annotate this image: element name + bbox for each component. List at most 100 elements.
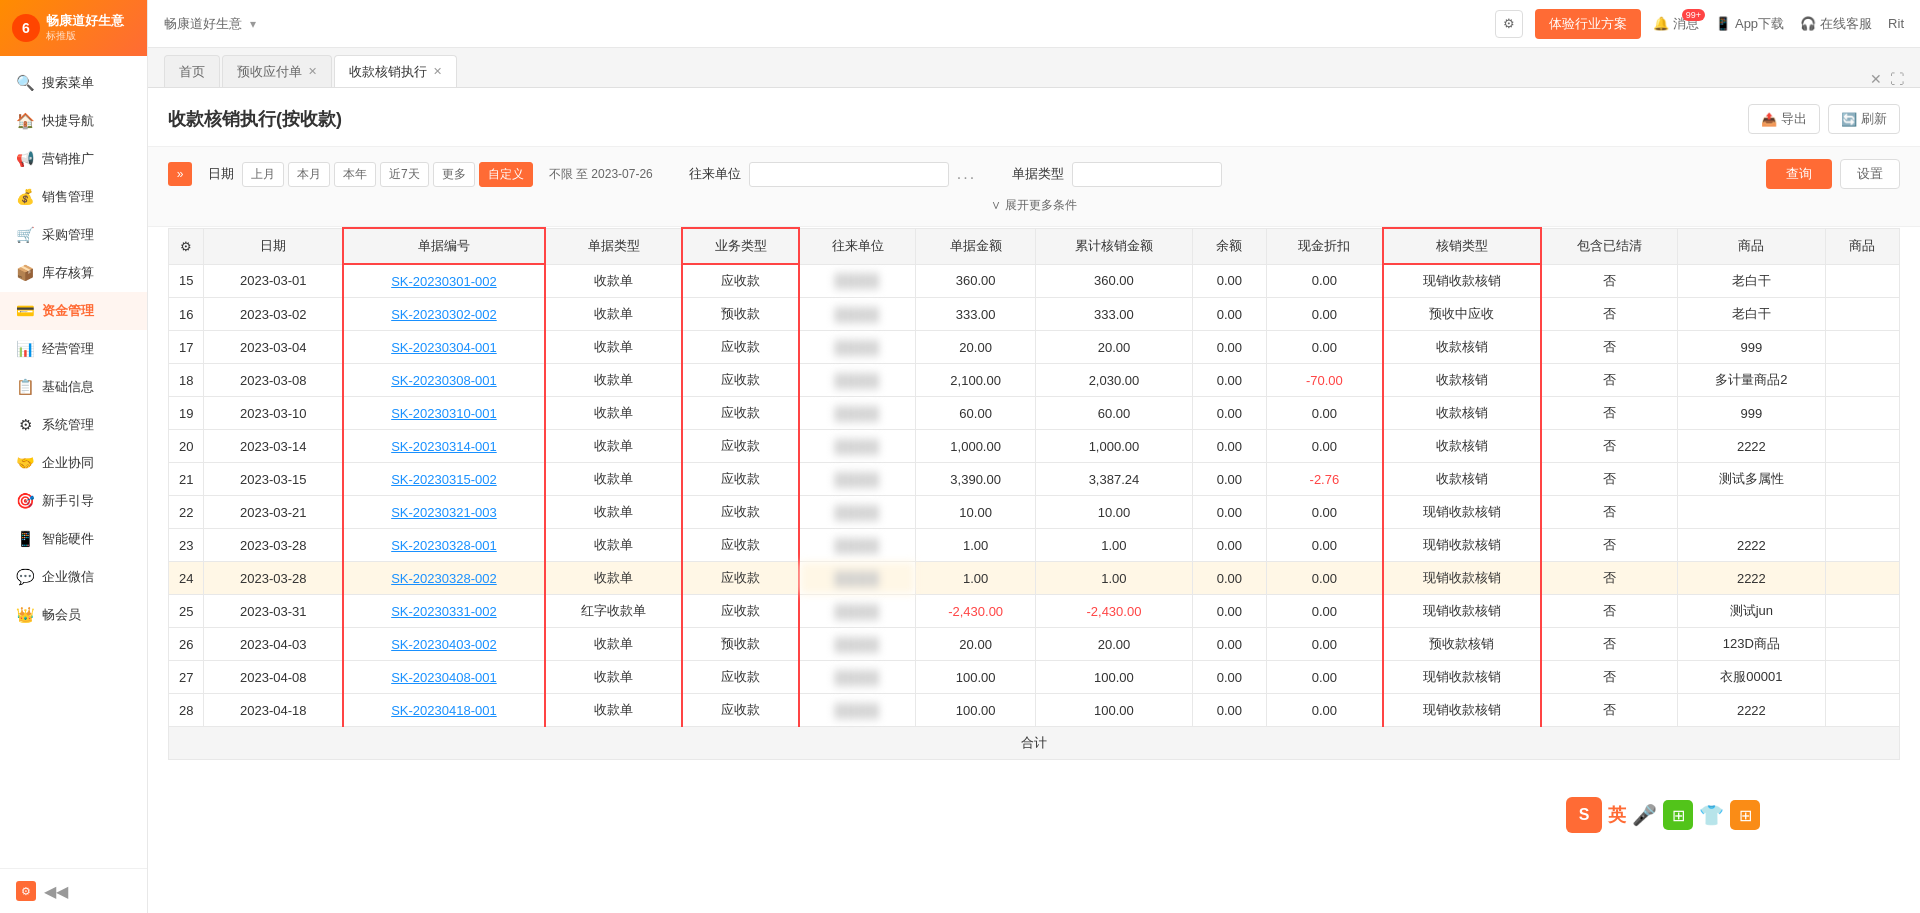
table-cell: 收款单 — [545, 496, 683, 529]
sidebar-item-quick-nav[interactable]: 🏠 快捷导航 — [0, 102, 147, 140]
page-header: 收款核销执行(按收款) 📤 导出 🔄 刷新 — [148, 88, 1920, 147]
solution-button[interactable]: 体验行业方案 — [1535, 9, 1641, 39]
gear-button[interactable]: ⚙ — [1495, 10, 1523, 38]
grid-icon[interactable]: ⊞ — [1663, 800, 1693, 830]
sidebar-item-hardware[interactable]: 📱 智能硬件 — [0, 520, 147, 558]
table-cell: 1.00 — [916, 529, 1036, 562]
query-button[interactable]: 查询 — [1766, 159, 1832, 189]
app-logo-icon: 6 — [12, 14, 40, 42]
table-cell: 收款单 — [545, 264, 683, 298]
chevron-down-icon[interactable]: ▾ — [250, 17, 256, 31]
tab-home[interactable]: 首页 — [164, 55, 220, 87]
doc-no-cell[interactable]: SK-20230314-001 — [343, 430, 545, 463]
settings-button[interactable]: 设置 — [1840, 159, 1900, 189]
table-cell: 28 — [169, 694, 204, 727]
table-cell: 现销收款核销 — [1383, 661, 1541, 694]
watermark-text: 英 — [1608, 803, 1626, 827]
table-cell: 100.00 — [1036, 661, 1193, 694]
table-cell: 0.00 — [1267, 694, 1383, 727]
doc-no-cell[interactable]: SK-20230301-002 — [343, 264, 545, 298]
filter-expand-button[interactable]: » — [168, 162, 192, 186]
sidebar-item-newbie[interactable]: 🎯 新手引导 — [0, 482, 147, 520]
biz-type-cell: 预收款 — [682, 628, 799, 661]
tab-close-icon[interactable]: ✕ — [308, 65, 317, 78]
search-icon: 🔍 — [16, 74, 34, 92]
table-cell: 0.00 — [1192, 595, 1266, 628]
custom-date-btn[interactable]: 自定义 — [479, 162, 533, 187]
sidebar-item-label: 营销推广 — [42, 150, 94, 168]
tab-collection[interactable]: 收款核销执行 ✕ — [334, 55, 457, 87]
doc-no-cell[interactable]: SK-20230328-002 — [343, 562, 545, 595]
topbar-right: 🔔 消息 99+ 📱 App下载 🎧 在线客服 Rit — [1653, 15, 1904, 33]
doc-type-label: 单据类型 — [1012, 165, 1064, 183]
table-cell: 20.00 — [916, 331, 1036, 364]
last-7-days-btn[interactable]: 近7天 — [380, 162, 429, 187]
collapse-icon[interactable]: ◀◀ — [44, 882, 68, 901]
table-cell — [1825, 595, 1899, 628]
sidebar-item-member[interactable]: 👑 畅会员 — [0, 596, 147, 634]
export-button[interactable]: 📤 导出 — [1748, 104, 1820, 134]
sidebar-item-purchase[interactable]: 🛒 采购管理 — [0, 216, 147, 254]
table-cell: ████ — [799, 661, 915, 694]
doc-no-cell[interactable]: SK-20230315-002 — [343, 463, 545, 496]
table-cell: 0.00 — [1192, 628, 1266, 661]
settings-icon[interactable]: ⚙ — [16, 881, 36, 901]
doc-no-cell[interactable]: SK-20230403-002 — [343, 628, 545, 661]
expand-more-button[interactable]: ∨ 展开更多条件 — [991, 198, 1076, 212]
this-month-btn[interactable]: 本月 — [288, 162, 330, 187]
online-service-button[interactable]: 🎧 在线客服 — [1800, 15, 1872, 33]
doc-no-cell[interactable]: SK-20230308-001 — [343, 364, 545, 397]
mic-icon[interactable]: 🎤 — [1632, 803, 1657, 827]
sidebar-item-basic[interactable]: 📋 基础信息 — [0, 368, 147, 406]
table-cell: ████ — [799, 562, 915, 595]
this-year-btn[interactable]: 本年 — [334, 162, 376, 187]
table-cell: 0.00 — [1267, 562, 1383, 595]
doc-no-cell[interactable]: SK-20230331-002 — [343, 595, 545, 628]
table-cell: 333.00 — [1036, 298, 1193, 331]
sidebar-item-finance[interactable]: 💳 资金管理 — [0, 292, 147, 330]
breadcrumb-item: 畅康道好生意 — [164, 15, 242, 33]
sidebar-item-system[interactable]: ⚙ 系统管理 — [0, 406, 147, 444]
sidebar-item-wechat[interactable]: 💬 企业微信 — [0, 558, 147, 596]
apps-icon[interactable]: ⊞ — [1730, 800, 1760, 830]
table-cell: 2023-03-14 — [204, 430, 343, 463]
doc-no-cell[interactable]: SK-20230310-001 — [343, 397, 545, 430]
more-icon[interactable]: ... — [957, 165, 976, 183]
doc-no-cell[interactable]: SK-20230302-002 — [343, 298, 545, 331]
table-cell — [1825, 628, 1899, 661]
biz-type-cell: 应收款 — [682, 496, 799, 529]
notification-button[interactable]: 🔔 消息 99+ — [1653, 15, 1699, 33]
sidebar-item-enterprise[interactable]: 🤝 企业协同 — [0, 444, 147, 482]
sidebar-item-marketing[interactable]: 📢 营销推广 — [0, 140, 147, 178]
tab-close-icon[interactable]: ✕ — [433, 65, 442, 78]
last-month-btn[interactable]: 上月 — [242, 162, 284, 187]
footer-label: 合计 — [169, 727, 1900, 760]
table-cell: 2023-03-15 — [204, 463, 343, 496]
doc-no-cell[interactable]: SK-20230328-001 — [343, 529, 545, 562]
partner-input[interactable] — [749, 162, 949, 187]
doc-no-cell[interactable]: SK-20230418-001 — [343, 694, 545, 727]
refresh-button[interactable]: 🔄 刷新 — [1828, 104, 1900, 134]
doc-no-cell[interactable]: SK-20230408-001 — [343, 661, 545, 694]
app-download-button[interactable]: 📱 App下载 — [1715, 15, 1784, 33]
more-date-btn[interactable]: 更多 — [433, 162, 475, 187]
table-cell: 10.00 — [916, 496, 1036, 529]
sidebar-item-operation[interactable]: 📊 经营管理 — [0, 330, 147, 368]
table-cell: 2023-03-08 — [204, 364, 343, 397]
table-cell: 否 — [1541, 496, 1678, 529]
maximize-tab-action[interactable]: ⛶ — [1890, 71, 1904, 87]
table-cell: 21 — [169, 463, 204, 496]
sidebar-item-search[interactable]: 🔍 搜索菜单 — [0, 64, 147, 102]
sidebar-item-inventory[interactable]: 📦 库存核算 — [0, 254, 147, 292]
doc-type-select[interactable] — [1072, 162, 1222, 187]
table-cell: 2023-04-18 — [204, 694, 343, 727]
doc-no-cell[interactable]: SK-20230304-001 — [343, 331, 545, 364]
sidebar-item-sales[interactable]: 💰 销售管理 — [0, 178, 147, 216]
table-cell: 预收中应收 — [1383, 298, 1541, 331]
shirt-icon[interactable]: 👕 — [1699, 803, 1724, 827]
th-gear[interactable]: ⚙ — [169, 228, 204, 264]
tab-prepay[interactable]: 预收应付单 ✕ — [222, 55, 332, 87]
doc-no-cell[interactable]: SK-20230321-003 — [343, 496, 545, 529]
close-tab-action[interactable]: ✕ — [1870, 71, 1882, 87]
table-cell: 红字收款单 — [545, 595, 683, 628]
